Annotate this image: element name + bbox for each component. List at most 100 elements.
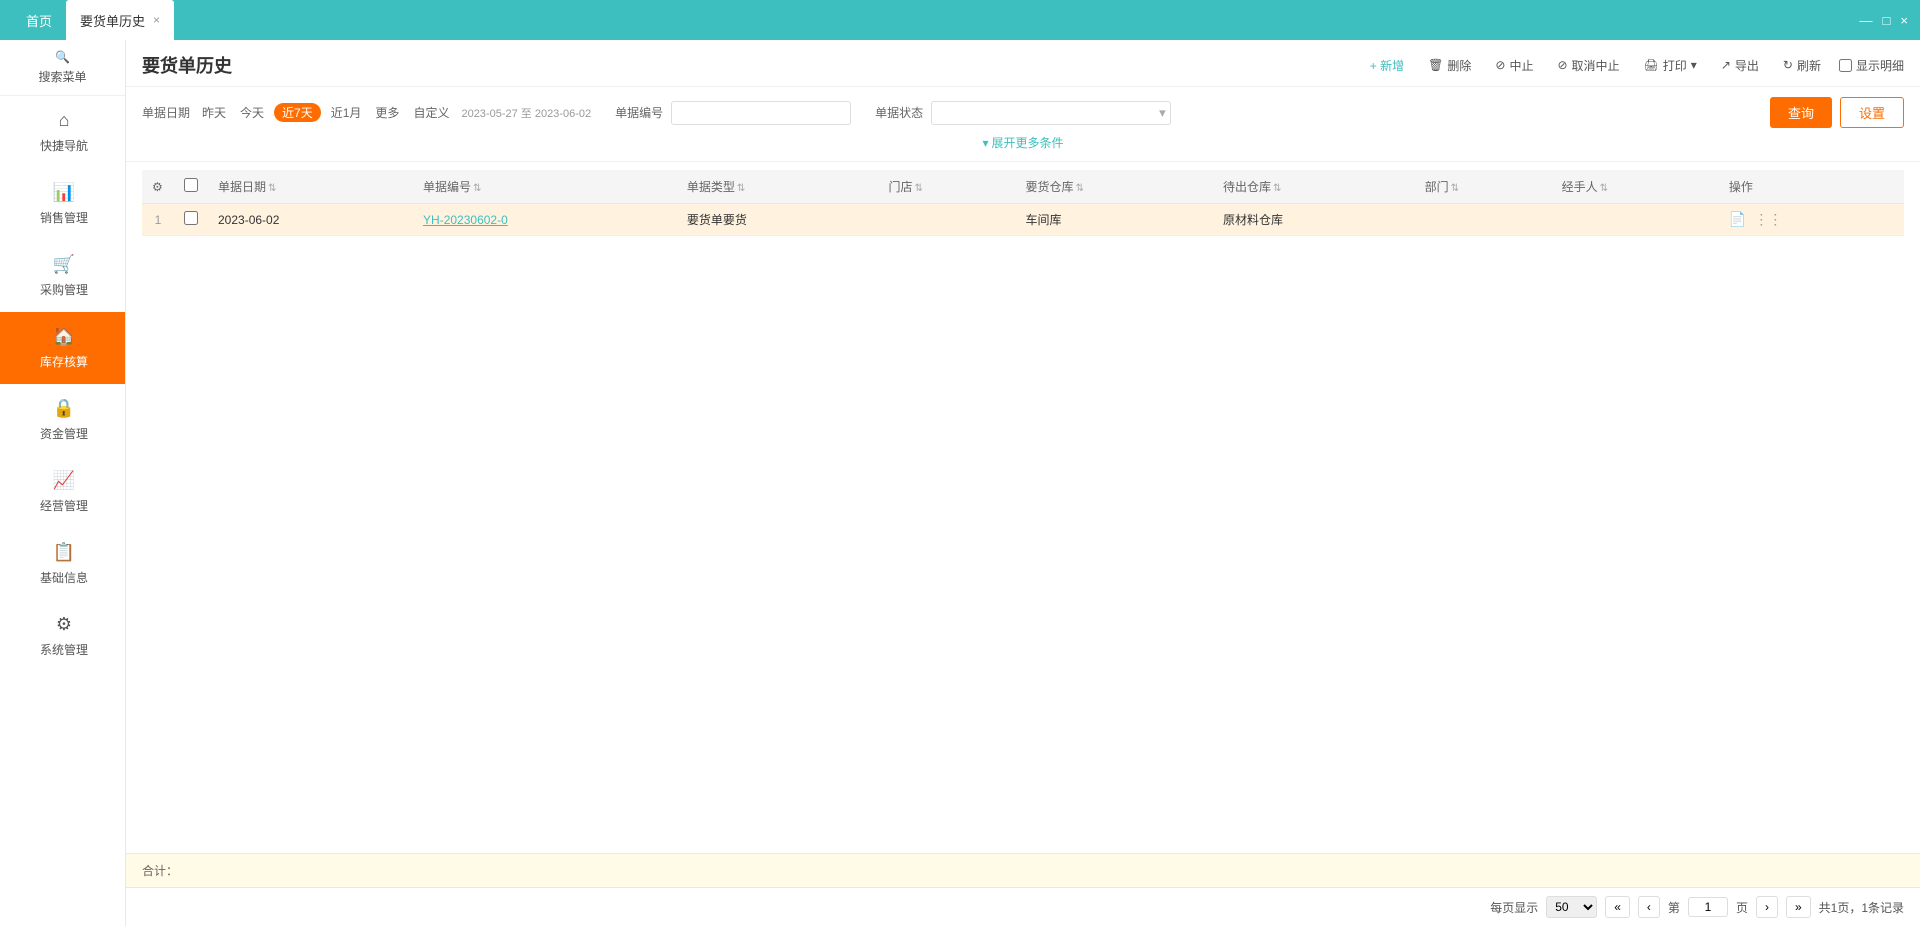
date-btn-yesterday[interactable]: 昨天 <box>198 103 230 122</box>
page-header: 要货单历史 + 新增 🗑 删除 ⊘ 中止 ⊘ 取消中止 🖨 打印 <box>126 40 1920 87</box>
inventory-icon: 🏠 <box>53 326 75 347</box>
date-range-text: 2023-05-27 至 2023-06-02 <box>461 105 591 121</box>
filter-status: 单据状态 ▾ <box>875 101 1166 125</box>
col-doctype-header: 单据类型⇅ <box>677 170 879 204</box>
print-button[interactable]: 🖨 打印 ▾ <box>1638 53 1703 78</box>
print-icon: 🖨 <box>1644 58 1659 72</box>
filter-date: 单据日期 昨天 今天 近7天 近1月 更多 自定义 2023-05-27 至 2… <box>142 103 591 122</box>
sidebar-search[interactable]: 🔍 搜索菜单 <box>0 40 125 96</box>
expand-icon: ▾ <box>982 136 988 150</box>
sidebar-item-basic[interactable]: 📋 基础信息 <box>0 528 125 600</box>
setting-button[interactable]: 设置 <box>1840 97 1904 128</box>
sort-docno-icon[interactable]: ⇅ <box>473 183 481 194</box>
status-dropdown-icon[interactable]: ▾ <box>1159 105 1166 121</box>
filter-actions: 查询 设置 <box>1770 97 1904 128</box>
delete-button[interactable]: 🗑 删除 <box>1422 53 1477 78</box>
tab-active[interactable]: 要货单历史 × <box>66 0 174 40</box>
per-page-label: 每页显示 <box>1490 899 1538 916</box>
sidebar-item-operation[interactable]: 📈 经营管理 <box>0 456 125 528</box>
row-checkbox[interactable] <box>184 211 198 225</box>
col-settings: ⚙ <box>142 170 174 204</box>
purchase-icon: 🛒 <box>53 254 75 275</box>
expand-button[interactable]: ▾ 展开更多条件 <box>982 134 1063 151</box>
display-detail-check[interactable] <box>1839 59 1852 72</box>
select-all-checkbox[interactable] <box>184 178 198 192</box>
sort-doctype-icon[interactable]: ⇅ <box>737 183 745 194</box>
row-operation-cell: 📄 ⋮⋮ <box>1719 204 1904 236</box>
sidebar-item-finance[interactable]: 🔒 资金管理 <box>0 384 125 456</box>
date-btn-7days[interactable]: 近7天 <box>274 103 321 122</box>
edit-icon[interactable]: 📄 <box>1729 211 1746 228</box>
cancel-stop-button[interactable]: ⊘ 取消中止 <box>1551 53 1625 78</box>
more-icon[interactable]: ⋮⋮ <box>1754 211 1782 228</box>
col-department-header: 部门⇅ <box>1415 170 1552 204</box>
first-page-button[interactable]: « <box>1605 896 1630 918</box>
query-button[interactable]: 查询 <box>1770 97 1832 128</box>
next-page-button[interactable]: › <box>1756 896 1778 918</box>
per-page-select[interactable]: 50 100 200 <box>1546 896 1597 918</box>
quick-nav-label: 快捷导航 <box>40 137 88 154</box>
maximize-icon[interactable]: □ <box>1883 13 1891 28</box>
col-reqwarehouse-header: 要货仓库⇅ <box>1016 170 1214 204</box>
sort-pendingwarehouse-icon[interactable]: ⇅ <box>1273 183 1281 194</box>
sort-date-icon[interactable]: ⇅ <box>268 183 276 194</box>
tab-home[interactable]: 首页 <box>12 0 66 40</box>
date-btn-more[interactable]: 更多 <box>371 103 403 122</box>
top-bar-right: — □ × <box>1860 13 1908 28</box>
sidebar-item-inventory[interactable]: 🏠 库存核算 <box>0 312 125 384</box>
filter-docno: 单据编号 <box>615 101 851 125</box>
col-date-header: 单据日期⇅ <box>208 170 413 204</box>
sidebar-item-quick-nav[interactable]: ⌂ 快捷导航 <box>0 96 125 168</box>
row-pendingwarehouse-cell: 原材料仓库 <box>1213 204 1415 236</box>
window-close-icon[interactable]: × <box>1900 13 1908 28</box>
cancel-stop-icon: ⊘ <box>1557 58 1567 72</box>
sort-reqwarehouse-icon[interactable]: ⇅ <box>1076 183 1084 194</box>
close-tab-icon[interactable]: × <box>153 13 160 27</box>
docno-input[interactable] <box>671 101 851 125</box>
status-input[interactable] <box>931 101 1171 125</box>
date-btn-1month[interactable]: 近1月 <box>327 103 366 122</box>
minimize-icon[interactable]: — <box>1860 13 1873 28</box>
row-store-cell <box>878 204 1015 236</box>
col-store-header: 门店⇅ <box>878 170 1015 204</box>
display-detail-checkbox[interactable]: 显示明细 <box>1839 57 1904 74</box>
sales-icon: 📊 <box>53 182 75 203</box>
prev-page-button[interactable]: ‹ <box>1638 896 1660 918</box>
date-btn-custom[interactable]: 自定义 <box>409 103 453 122</box>
summary-bar: 合计： <box>126 853 1920 887</box>
expand-label: 展开更多条件 <box>992 134 1064 151</box>
inventory-label: 库存核算 <box>40 353 88 370</box>
table-container: ⚙ 单据日期⇅ 单据编号⇅ 单据类型⇅ 门店⇅ 要货仓库⇅ 待出仓库⇅ 部门⇅ … <box>126 162 1920 853</box>
page-label: 第 <box>1668 899 1680 916</box>
new-button[interactable]: + 新增 <box>1364 53 1410 78</box>
refresh-button[interactable]: ↻ 刷新 <box>1777 53 1827 78</box>
sidebar-item-system[interactable]: ⚙ 系统管理 <box>0 600 125 672</box>
stop-button[interactable]: ⊘ 中止 <box>1489 53 1539 78</box>
date-btn-today[interactable]: 今天 <box>236 103 268 122</box>
col-checkbox <box>174 170 208 204</box>
stop-icon: ⊘ <box>1495 58 1505 72</box>
col-pendingwarehouse-header: 待出仓库⇅ <box>1213 170 1415 204</box>
filter-row-1: 单据日期 昨天 今天 近7天 近1月 更多 自定义 2023-05-27 至 2… <box>142 97 1904 128</box>
finance-icon: 🔒 <box>53 398 75 419</box>
sidebar-item-sales[interactable]: 📊 销售管理 <box>0 168 125 240</box>
sidebar-item-purchase[interactable]: 🛒 采购管理 <box>0 240 125 312</box>
refresh-icon: ↻ <box>1783 58 1793 72</box>
page-input[interactable] <box>1688 897 1728 917</box>
sort-department-icon[interactable]: ⇅ <box>1451 183 1459 194</box>
delete-icon: 🗑 <box>1428 58 1443 72</box>
table-row: 1 2023-06-02 YH-20230602-0 要货单要货 车间库 原材料… <box>142 204 1904 236</box>
top-bar: 首页 要货单历史 × — □ × <box>0 0 1920 40</box>
status-label: 单据状态 <box>875 104 923 121</box>
data-table: ⚙ 单据日期⇅ 单据编号⇅ 单据类型⇅ 门店⇅ 要货仓库⇅ 待出仓库⇅ 部门⇅ … <box>142 170 1904 236</box>
summary-label: 合计： <box>142 864 178 878</box>
date-filter-buttons: 昨天 今天 近7天 近1月 更多 自定义 <box>198 103 453 122</box>
sort-store-icon[interactable]: ⇅ <box>914 183 922 194</box>
sales-label: 销售管理 <box>40 209 88 226</box>
export-button[interactable]: ↗ 导出 <box>1715 53 1765 78</box>
last-page-button[interactable]: » <box>1786 896 1811 918</box>
row-docno-link[interactable]: YH-20230602-0 <box>423 213 508 227</box>
sort-handler-icon[interactable]: ⇅ <box>1600 183 1608 194</box>
search-icon: 🔍 <box>55 50 70 64</box>
system-icon: ⚙ <box>56 614 72 635</box>
